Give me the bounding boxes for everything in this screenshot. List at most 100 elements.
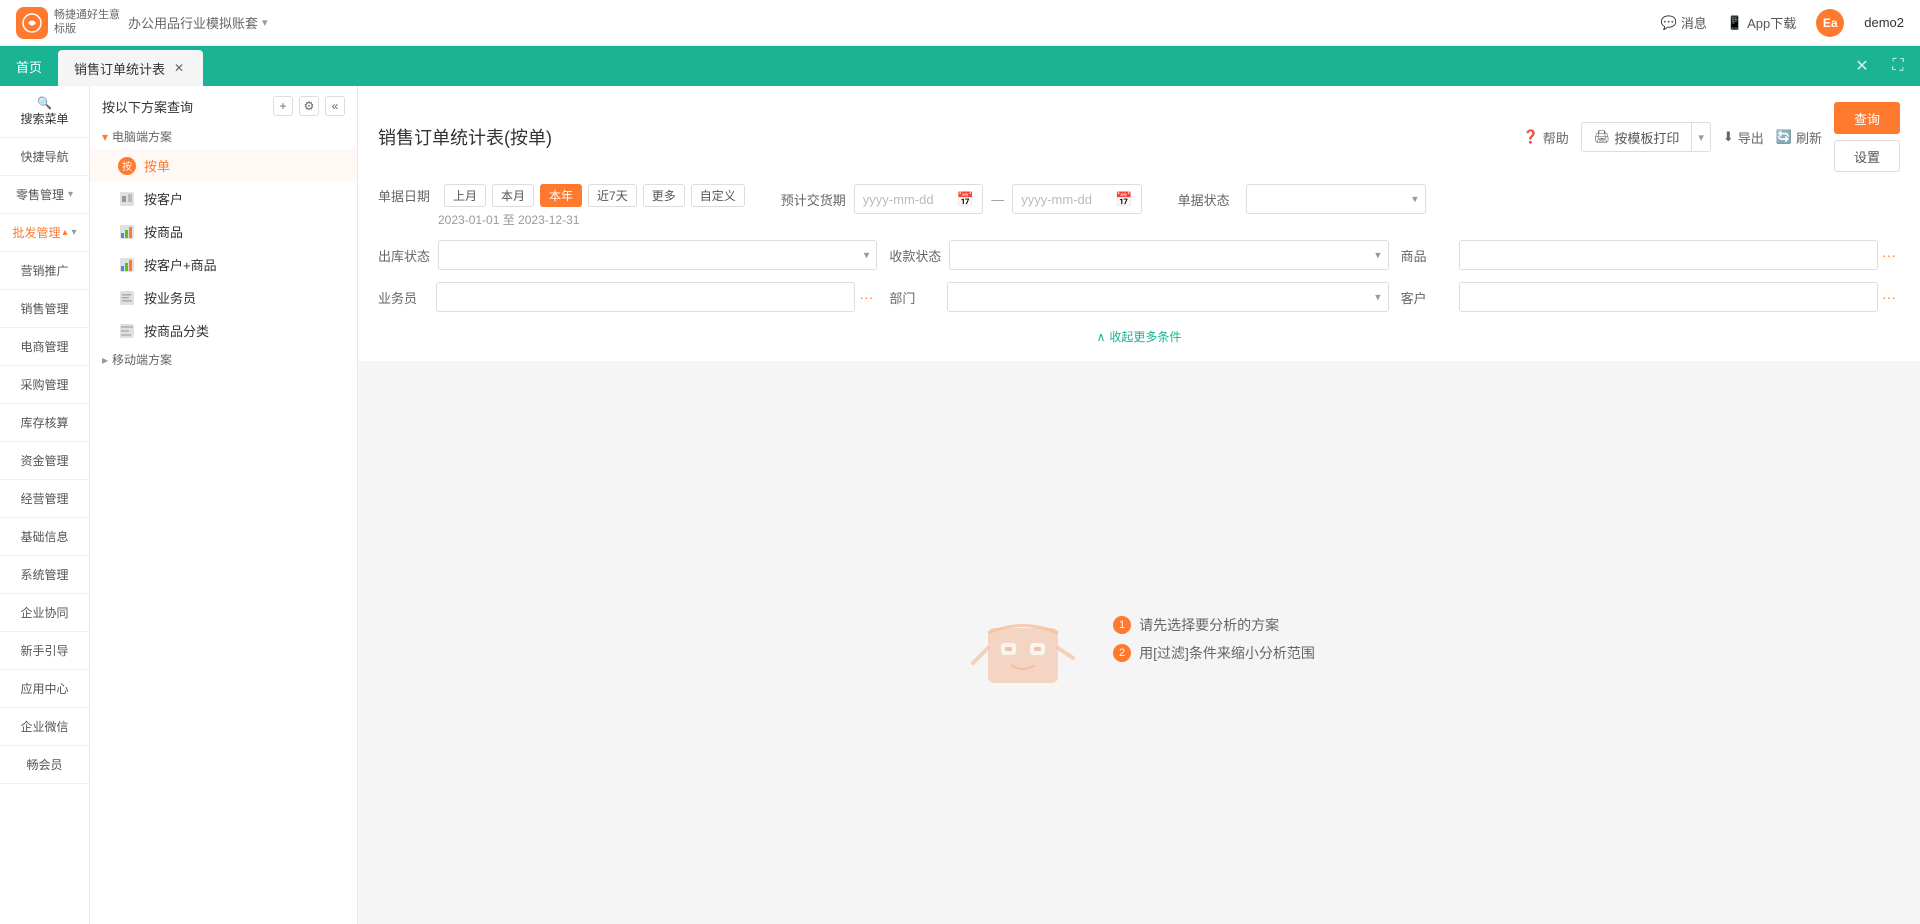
expected-date-end-input[interactable]: 📅	[1012, 184, 1141, 214]
guide-label: 新手引导	[20, 642, 68, 659]
scheme-customer-product-label: 按客户+商品	[144, 255, 217, 274]
template-print-arrow[interactable]: ▾	[1692, 123, 1710, 151]
staff-cell: 业务员 ···	[378, 282, 877, 312]
status-select[interactable]	[1246, 184, 1426, 214]
sidebar-item-quick-nav[interactable]: 快捷导航	[0, 138, 89, 176]
collapse-panel-btn[interactable]: «	[325, 96, 345, 116]
tab-bar-close-btn[interactable]: ✕	[1848, 52, 1876, 80]
template-print-btn[interactable]: 🖨 按模板打印 ▾	[1581, 122, 1711, 152]
scheme-category-label: 按商品分类	[144, 321, 209, 340]
page-title: 销售订单统计表(按单)	[378, 124, 552, 150]
section-desktop[interactable]: ▾ 电脑端方案	[90, 124, 357, 149]
staff-ellipsis-icon[interactable]: ···	[855, 289, 877, 305]
dept-cell: 部门	[889, 282, 1388, 312]
sidebar-item-apps[interactable]: 应用中心	[0, 670, 89, 708]
customer-cell: 客户 ···	[1401, 282, 1900, 312]
sidebar-item-ecom[interactable]: 电商管理	[0, 328, 89, 366]
finance-label: 资金管理	[20, 452, 68, 469]
empty-step-1: 1 请先选择要分析的方案	[1113, 615, 1315, 635]
calendar-start-icon[interactable]: 📅	[957, 191, 974, 208]
expected-date-start-field[interactable]	[863, 192, 953, 207]
date-current-month-btn[interactable]: 本月	[492, 184, 534, 207]
sidebar-item-purchase[interactable]: 采购管理	[0, 366, 89, 404]
avatar[interactable]: Ea	[1816, 9, 1844, 37]
scheme-item-customer-product[interactable]: 按客户+商品	[90, 248, 357, 281]
scheme-item-product[interactable]: 按商品	[90, 215, 357, 248]
refresh-btn[interactable]: 🔄 刷新	[1776, 128, 1822, 147]
settings-btn[interactable]: 设置	[1834, 140, 1900, 172]
sidebar-item-finance[interactable]: 资金管理	[0, 442, 89, 480]
query-btn[interactable]: 查询	[1834, 102, 1900, 134]
staff-input[interactable]	[436, 282, 855, 312]
user-name: demo2	[1864, 15, 1904, 30]
sidebar-item-wholesale[interactable]: 批发管理 ▴	[0, 214, 89, 252]
date-custom-btn[interactable]: 自定义	[691, 184, 745, 207]
refresh-icon: 🔄	[1776, 129, 1792, 145]
calendar-end-icon[interactable]: 📅	[1115, 191, 1132, 208]
sidebar-item-system[interactable]: 系统管理	[0, 556, 89, 594]
out-status-wrapper	[438, 240, 877, 270]
status-group: 单据状态	[1178, 184, 1434, 214]
product-input[interactable]	[1459, 240, 1878, 270]
product-label: 商品	[1401, 246, 1451, 265]
edit-scheme-btn[interactable]: ⚙	[299, 96, 319, 116]
tab-close-icon[interactable]: ✕	[171, 60, 187, 76]
customer-ellipsis-icon[interactable]: ···	[1878, 289, 1900, 305]
scheme-item-staff[interactable]: 按业务员	[90, 281, 357, 314]
empty-hints: 1 请先选择要分析的方案 2 用[过滤]条件来缩小分析范围	[1113, 615, 1315, 671]
empty-hint-2: 用[过滤]条件来缩小分析范围	[1139, 643, 1315, 663]
sidebar-item-member[interactable]: 畅会员	[0, 746, 89, 784]
export-btn[interactable]: ⬇ 导出	[1723, 128, 1764, 147]
sidebar-item-business[interactable]: 经营管理	[0, 480, 89, 518]
breadcrumb-arrow-icon: ▾	[262, 16, 268, 29]
tab-sales-order[interactable]: 销售订单统计表 ✕	[58, 50, 203, 86]
sidebar-item-collab[interactable]: 企业协同	[0, 594, 89, 632]
scheme-item-single[interactable]: 按 按单	[90, 149, 357, 182]
avatar-initials: Ea	[1823, 16, 1838, 30]
expected-date-label: 预计交货期	[781, 190, 846, 209]
app-download-btn[interactable]: 📱 App下载	[1727, 13, 1796, 32]
logo-icon	[16, 7, 48, 39]
date-filter-top: 单据日期 上月 本月 本年 近7天 更多 自定义	[378, 184, 745, 207]
product-ellipsis-icon[interactable]: ···	[1878, 247, 1900, 263]
scheme-item-category[interactable]: 按商品分类	[90, 314, 357, 347]
sidebar-item-info[interactable]: 基础信息	[0, 518, 89, 556]
sidebar-item-inventory[interactable]: 库存核算	[0, 404, 89, 442]
product-input-wrap: ···	[1459, 240, 1900, 270]
empty-state-area: 1 请先选择要分析的方案 2 用[过滤]条件来缩小分析范围	[358, 361, 1920, 924]
help-btn[interactable]: ❓ 帮助	[1523, 128, 1569, 147]
purchase-label: 采购管理	[20, 376, 68, 393]
add-scheme-btn[interactable]: +	[273, 96, 293, 116]
quick-nav-label: 快捷导航	[20, 148, 68, 165]
expected-date-start-input[interactable]: 📅	[854, 184, 983, 214]
tab-home[interactable]: 首页	[0, 46, 58, 86]
sidebar-item-wechat[interactable]: 企业微信	[0, 708, 89, 746]
expected-date-end-field[interactable]	[1021, 192, 1111, 207]
date-prev-month-btn[interactable]: 上月	[444, 184, 486, 207]
dept-select[interactable]	[947, 282, 1388, 312]
sidebar-item-sales[interactable]: 销售管理	[0, 290, 89, 328]
template-print-main[interactable]: 🖨 按模板打印	[1582, 123, 1693, 151]
info-label: 基础信息	[20, 528, 68, 545]
sidebar-item-marketing[interactable]: 营销推广	[0, 252, 89, 290]
tab-bar-expand-btn[interactable]: ⛶	[1884, 52, 1912, 80]
message-btn[interactable]: 💬 消息	[1661, 13, 1707, 32]
payment-status-select[interactable]	[949, 240, 1388, 270]
scheme-item-customer[interactable]: 按客户	[90, 182, 357, 215]
left-panel-header: 按以下方案查询 + ⚙ «	[90, 96, 357, 124]
out-status-select[interactable]	[438, 240, 877, 270]
date-current-year-btn[interactable]: 本年	[540, 184, 582, 207]
date-more-btn[interactable]: 更多	[643, 184, 685, 207]
section-mobile[interactable]: ▸ 移动端方案	[90, 347, 357, 372]
customer-input[interactable]	[1459, 282, 1878, 312]
sidebar-item-guide[interactable]: 新手引导	[0, 632, 89, 670]
logo-area: 畅捷通好生意 标版	[16, 7, 120, 39]
sidebar-item-search[interactable]: 🔍 搜索菜单	[0, 86, 89, 138]
tab-bar-right: ✕ ⛶	[1848, 52, 1920, 80]
out-status-select-wrap	[438, 240, 877, 270]
date-last7-btn[interactable]: 近7天	[588, 184, 637, 207]
collab-label: 企业协同	[20, 604, 68, 621]
sidebar-item-retail[interactable]: 零售管理	[0, 176, 89, 214]
scheme-product-label: 按商品	[144, 222, 183, 241]
collapse-more-btn[interactable]: ∧ 收起更多条件	[378, 320, 1900, 353]
